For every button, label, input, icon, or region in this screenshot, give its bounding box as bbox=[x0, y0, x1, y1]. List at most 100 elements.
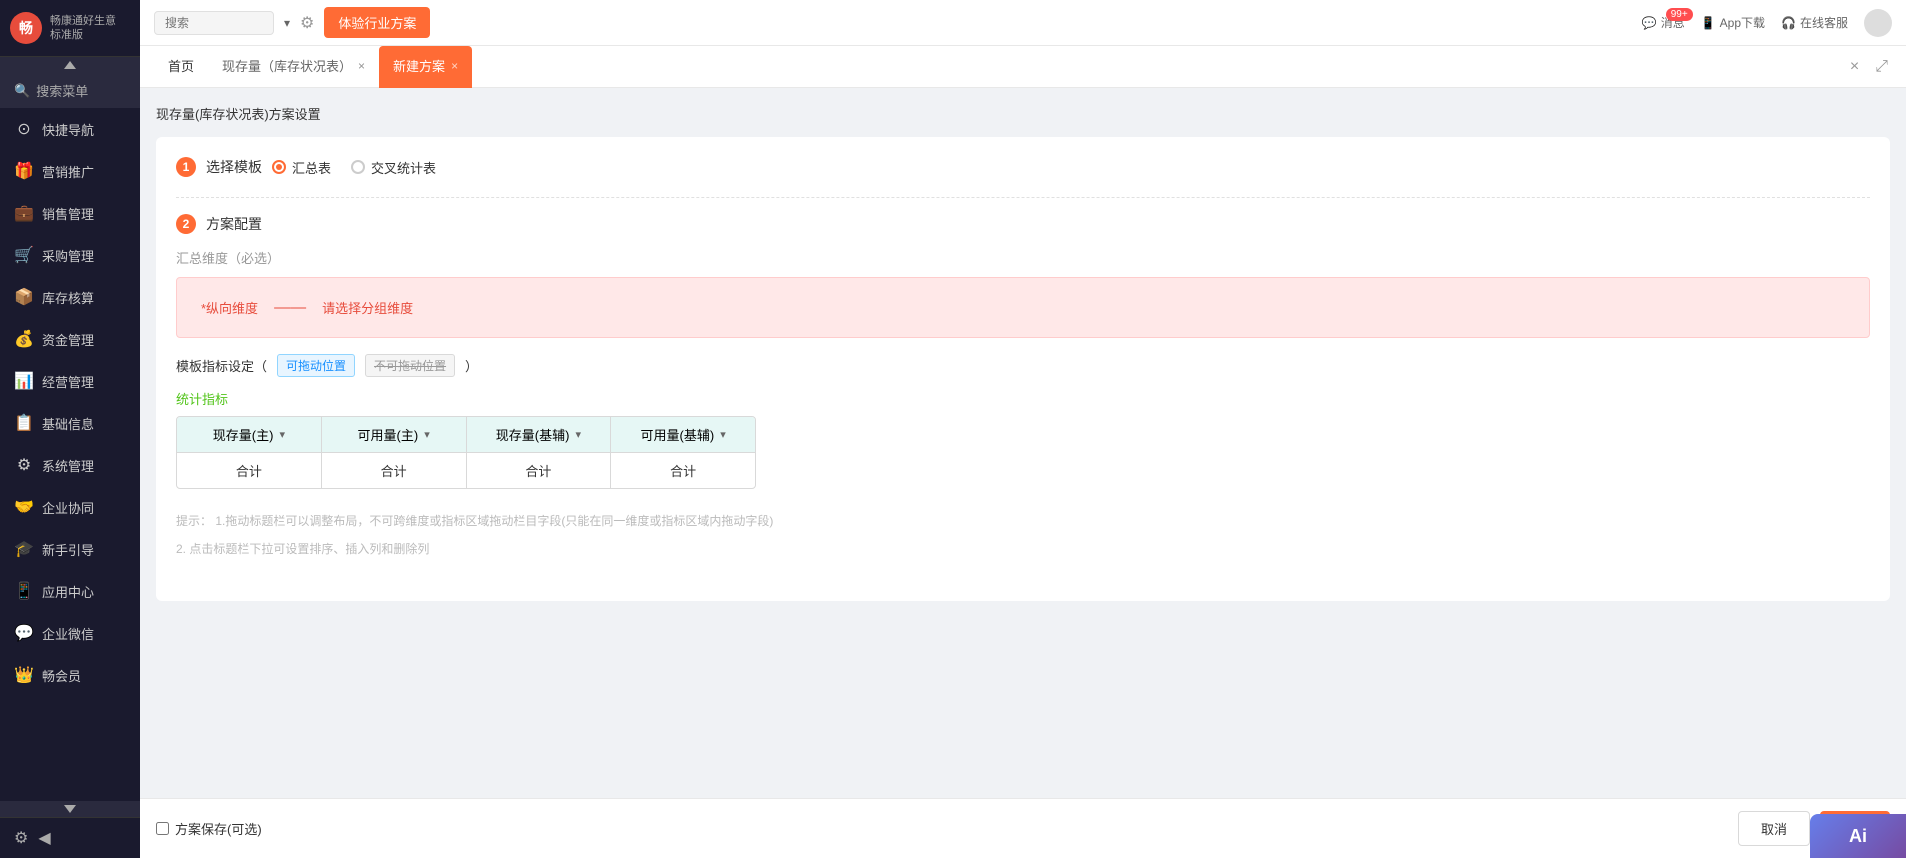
stats-section-label: 统计指标 bbox=[176, 389, 1870, 408]
app-title: 畅康通好生意 标准版 bbox=[50, 14, 116, 43]
new-guide-icon: 🎓 bbox=[14, 539, 34, 559]
step-divider bbox=[176, 197, 1870, 198]
template-radio-group: 汇总表 交叉统计表 bbox=[272, 158, 436, 177]
dimension-required-label: *纵向维度 bbox=[201, 298, 258, 317]
topbar-right: 💬 消息 99+ 📱 App下载 🎧 在线客服 bbox=[1642, 9, 1892, 37]
tab-home[interactable]: 首页 bbox=[154, 46, 208, 88]
topbar-gear-icon[interactable]: ⚙ bbox=[300, 13, 314, 33]
dimension-placeholder[interactable]: 请选择分组维度 bbox=[322, 298, 413, 317]
drag-tag: 可拖动位置 bbox=[277, 354, 355, 377]
tab-new-scheme-close[interactable]: × bbox=[451, 59, 458, 73]
sales-icon: 💼 bbox=[14, 203, 34, 223]
step2-header: 2 方案配置 bbox=[176, 214, 1870, 234]
radio-summary[interactable]: 汇总表 bbox=[272, 158, 331, 177]
scheme-settings-card: 1 选择模板 汇总表 交叉统计表 bbox=[156, 137, 1890, 601]
step2-title: 方案配置 bbox=[206, 214, 262, 234]
step2-section: 2 方案配置 汇总维度（必选） *纵向维度 —— 请选择分组维度 模板指标 bbox=[176, 214, 1870, 561]
chevron-down-icon-2[interactable]: ▾ bbox=[424, 428, 430, 441]
chevron-down-icon-3[interactable]: ▾ bbox=[575, 428, 581, 441]
stats-table-header: 现存量(主) ▾ 可用量(主) ▾ 现存量(基辅) ▾ 可用量(基辅) bbox=[177, 417, 755, 452]
sidebar-item-operations[interactable]: 📊 经营管理 bbox=[0, 360, 140, 402]
footer-area: 方案保存(可选) 取消 查询 bbox=[140, 798, 1906, 858]
stats-col-2[interactable]: 可用量(主) ▾ bbox=[322, 417, 467, 452]
ai-float-button[interactable]: Ai bbox=[1810, 814, 1906, 858]
chevron-down-icon-4[interactable]: ▾ bbox=[720, 428, 726, 441]
dimension-box[interactable]: *纵向维度 —— 请选择分组维度 bbox=[176, 277, 1870, 338]
search-icon: 🔍 bbox=[14, 83, 30, 99]
sidebar-item-system[interactable]: ⚙ 系统管理 bbox=[0, 444, 140, 486]
step1-title: 选择模板 bbox=[206, 157, 262, 177]
stats-col-1[interactable]: 现存量(主) ▾ bbox=[177, 417, 322, 452]
tabs-bar: 首页 现存量（库存状况表） × 新建方案 × × ⤢ bbox=[140, 46, 1906, 88]
topbar-app-download[interactable]: 📱 App下载 bbox=[1701, 14, 1765, 31]
sidebar-item-wechat[interactable]: 💬 企业微信 bbox=[0, 612, 140, 654]
save-checkbox-label[interactable]: 方案保存(可选) bbox=[156, 819, 262, 838]
cancel-button[interactable]: 取消 bbox=[1738, 811, 1810, 846]
sidebar-item-app-center[interactable]: 📱 应用中心 bbox=[0, 570, 140, 612]
sidebar-item-sales[interactable]: 💼 销售管理 bbox=[0, 192, 140, 234]
sidebar-item-contract[interactable]: 🤝 企业协同 bbox=[0, 486, 140, 528]
step1-header: 1 选择模板 汇总表 交叉统计表 bbox=[176, 157, 1870, 177]
sidebar-scroll-down[interactable] bbox=[0, 801, 140, 817]
sidebar-item-member[interactable]: 👑 畅会员 bbox=[0, 654, 140, 696]
tab-close-action[interactable]: × bbox=[1846, 54, 1863, 80]
radio-summary-circle bbox=[272, 160, 286, 174]
topbar-online-service[interactable]: 🎧 在线客服 bbox=[1781, 14, 1848, 31]
app-center-icon: 📱 bbox=[14, 581, 34, 601]
step2-badge: 2 bbox=[176, 214, 196, 234]
stats-cell-4: 合计 bbox=[611, 453, 755, 488]
message-icon: 💬 bbox=[1642, 16, 1657, 30]
app-logo: 畅 bbox=[10, 12, 42, 44]
sidebar-item-purchase[interactable]: 🛒 采购管理 bbox=[0, 234, 140, 276]
save-checkbox-input[interactable] bbox=[156, 822, 169, 835]
settings-icon[interactable]: ⚙ bbox=[14, 828, 28, 848]
page-title: 现存量(库存状况表)方案设置 bbox=[156, 104, 1890, 123]
stats-cell-1: 合计 bbox=[177, 453, 322, 488]
tab-new-scheme[interactable]: 新建方案 × bbox=[379, 46, 472, 88]
sidebar-footer: ⚙ ◀ bbox=[0, 817, 140, 858]
wechat-icon: 💬 bbox=[14, 623, 34, 643]
sidebar-item-marketing[interactable]: 🎁 营销推广 bbox=[0, 150, 140, 192]
topbar-dropdown[interactable]: ▾ bbox=[284, 16, 290, 30]
stats-cell-3: 合计 bbox=[467, 453, 612, 488]
topbar-messages[interactable]: 💬 消息 99+ bbox=[1642, 14, 1685, 31]
headset-icon: 🎧 bbox=[1781, 16, 1796, 30]
tab-expand-action[interactable]: ⤢ bbox=[1871, 54, 1892, 80]
sidebar-item-new-guide[interactable]: 🎓 新手引导 bbox=[0, 528, 140, 570]
quick-nav-icon: ⊙ bbox=[14, 119, 34, 139]
stats-col-3[interactable]: 现存量(基辅) ▾ bbox=[467, 417, 612, 452]
inventory-icon: 📦 bbox=[14, 287, 34, 307]
tab-inventory[interactable]: 现存量（库存状况表） × bbox=[208, 46, 379, 88]
sidebar-item-basic-info[interactable]: 📋 基础信息 bbox=[0, 402, 140, 444]
dimension-inner: *纵向维度 —— 请选择分组维度 bbox=[201, 298, 1845, 317]
sidebar: 畅 畅康通好生意 标准版 🔍 搜索菜单 ⊙ 快捷导航 🎁 营销推广 💼 销售管理… bbox=[0, 0, 140, 858]
stats-table-row: 合计 合计 合计 合计 bbox=[177, 452, 755, 488]
metrics-label: 模板指标设定（ 可拖动位置 不可拖动位置 ） bbox=[176, 354, 1870, 377]
marketing-icon: 🎁 bbox=[14, 161, 34, 181]
user-avatar[interactable] bbox=[1864, 9, 1892, 37]
basic-info-icon: 📋 bbox=[14, 413, 34, 433]
stats-cell-2: 合计 bbox=[322, 453, 467, 488]
sidebar-search[interactable]: 🔍 搜索菜单 bbox=[0, 73, 140, 108]
collapse-icon[interactable]: ◀ bbox=[38, 828, 50, 848]
sidebar-item-inventory[interactable]: 📦 库存核算 bbox=[0, 276, 140, 318]
tips-section: 提示： 1.拖动标题栏可以调整布局，不可跨维度或指标区域拖动栏目字段(只能在同一… bbox=[176, 509, 1870, 561]
radio-cross[interactable]: 交叉统计表 bbox=[351, 158, 436, 177]
contract-icon: 🤝 bbox=[14, 497, 34, 517]
sidebar-item-quick-nav[interactable]: ⊙ 快捷导航 bbox=[0, 108, 140, 150]
topbar-search-input[interactable] bbox=[154, 11, 274, 35]
step1-badge: 1 bbox=[176, 157, 196, 177]
stats-col-4[interactable]: 可用量(基辅) ▾ bbox=[611, 417, 755, 452]
sidebar-scroll-up[interactable] bbox=[0, 57, 140, 73]
tab-inventory-close[interactable]: × bbox=[358, 59, 365, 73]
message-badge: 99+ bbox=[1666, 8, 1693, 21]
trial-industry-button[interactable]: 体验行业方案 bbox=[324, 7, 430, 38]
radio-cross-circle bbox=[351, 160, 365, 174]
member-icon: 👑 bbox=[14, 665, 34, 685]
purchase-icon: 🛒 bbox=[14, 245, 34, 265]
sidebar-item-finance[interactable]: 💰 资金管理 bbox=[0, 318, 140, 360]
chevron-down-icon-1[interactable]: ▾ bbox=[279, 428, 285, 441]
phone-icon: 📱 bbox=[1701, 16, 1716, 30]
operations-icon: 📊 bbox=[14, 371, 34, 391]
nodrag-tag: 不可拖动位置 bbox=[365, 354, 455, 377]
